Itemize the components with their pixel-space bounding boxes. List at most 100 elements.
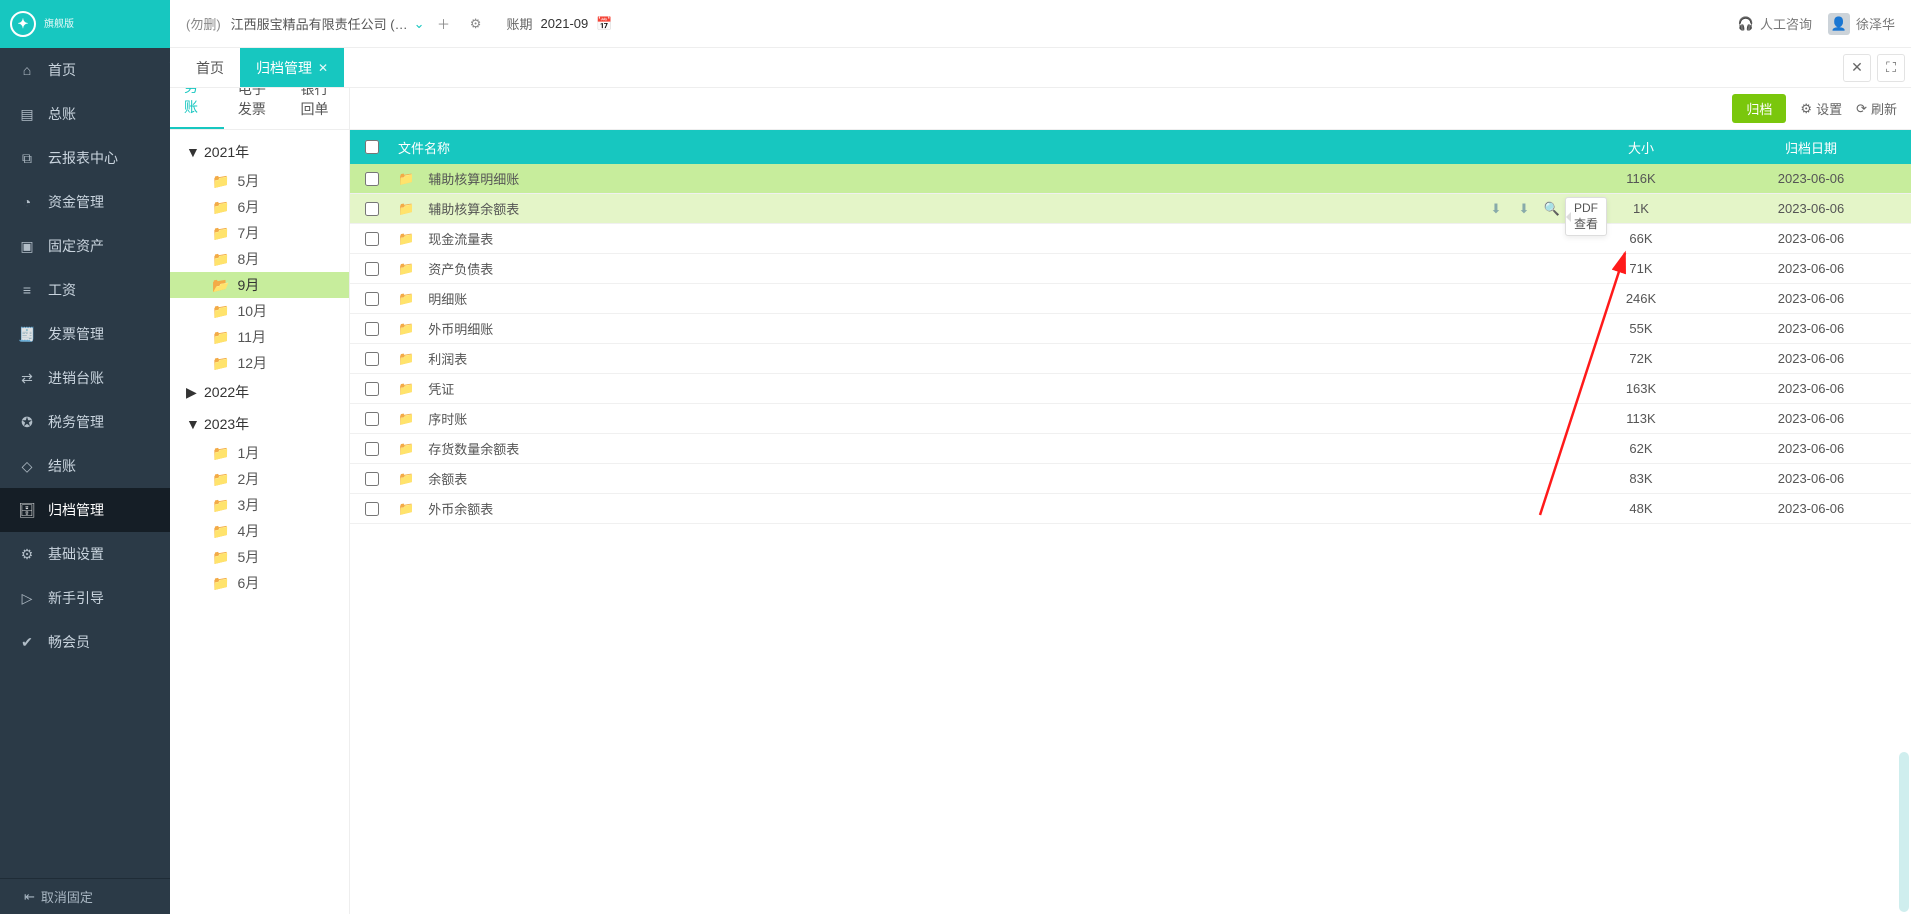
- sidebar-item-guide[interactable]: ▷新手引导: [0, 576, 170, 620]
- tree-month[interactable]: 📁11月: [170, 324, 349, 350]
- sidebar-item-archive[interactable]: 🗄归档管理: [0, 488, 170, 532]
- row-checkbox[interactable]: [365, 292, 379, 306]
- sidebar-item-ledger[interactable]: ▤总账: [0, 92, 170, 136]
- tree-month[interactable]: 📁6月: [170, 194, 349, 220]
- table-header: 文件名称 大小 归档日期: [350, 130, 1911, 164]
- sidebar-item-member[interactable]: ✔畅会员: [0, 620, 170, 664]
- file-date: 2023-06-06: [1711, 441, 1911, 456]
- row-checkbox[interactable]: [365, 322, 379, 336]
- tree-month[interactable]: 📁7月: [170, 220, 349, 246]
- row-checkbox[interactable]: [365, 412, 379, 426]
- salary-icon: ≡: [18, 282, 36, 298]
- table-row[interactable]: 📁明细账246K2023-06-06: [350, 284, 1911, 314]
- row-checkbox[interactable]: [365, 502, 379, 516]
- archive-icon: 🗄: [18, 502, 36, 519]
- download-excel-icon[interactable]: ⬇: [1487, 200, 1505, 218]
- table-row[interactable]: 📁凭证163K2023-06-06: [350, 374, 1911, 404]
- file-name: 辅助核算明细账: [428, 169, 519, 188]
- tree-year[interactable]: ▶2022年: [170, 376, 349, 408]
- sidebar-item-label: 结账: [48, 456, 76, 476]
- file-name: 凭证: [428, 379, 454, 398]
- table-row[interactable]: 📁外币余额表48K2023-06-06: [350, 494, 1911, 524]
- row-checkbox[interactable]: [365, 352, 379, 366]
- add-button[interactable]: ＋: [431, 11, 457, 37]
- tab-归档管理[interactable]: 归档管理 ✕: [240, 48, 344, 87]
- table-row[interactable]: 📁余额表83K2023-06-06: [350, 464, 1911, 494]
- tree-year[interactable]: ▼2023年: [170, 408, 349, 440]
- file-table: 文件名称 大小 归档日期 📁辅助核算明细账116K2023-06-06📁辅助核算…: [350, 130, 1911, 914]
- close-icon: ◇: [18, 458, 36, 475]
- tree-month[interactable]: 📁12月: [170, 350, 349, 376]
- table-row[interactable]: 📁现金流量表66K2023-06-06: [350, 224, 1911, 254]
- close-icon[interactable]: ✕: [318, 61, 328, 75]
- tab-首页[interactable]: 首页: [180, 48, 240, 87]
- archive-button[interactable]: 归档: [1732, 94, 1786, 123]
- refresh-link[interactable]: ⟳ 刷新: [1856, 99, 1897, 118]
- table-row[interactable]: 📁资产负债表71K2023-06-06: [350, 254, 1911, 284]
- sidebar-item-invoice[interactable]: 🧾发票管理: [0, 312, 170, 356]
- sidebar-item-home[interactable]: ⌂首页: [0, 48, 170, 92]
- select-all-checkbox[interactable]: [365, 140, 379, 154]
- company-selector[interactable]: (勿删) 江西服宝精品有限责任公司 (… ⌄: [186, 14, 425, 33]
- row-checkbox[interactable]: [365, 472, 379, 486]
- consult-link[interactable]: 🎧 人工咨询: [1738, 14, 1812, 33]
- download-pdf-icon[interactable]: ⬇: [1515, 200, 1533, 218]
- settings-link[interactable]: ⚙ 设置: [1800, 99, 1842, 118]
- file-date: 2023-06-06: [1711, 261, 1911, 276]
- subtab-电子发票[interactable]: 电子发票: [224, 88, 287, 129]
- tree-month[interactable]: 📁5月: [170, 168, 349, 194]
- subtabs: 财务账电子发票银行回单: [170, 88, 349, 130]
- sidebar-item-salary[interactable]: ≡工资: [0, 268, 170, 312]
- subtab-银行回单[interactable]: 银行回单: [286, 88, 349, 129]
- row-checkbox[interactable]: [365, 262, 379, 276]
- table-row[interactable]: 📁辅助核算余额表 ⬇ ⬇ 🔍 PDF查看 1K2023-06-06: [350, 194, 1911, 224]
- row-checkbox[interactable]: [365, 172, 379, 186]
- tree-month[interactable]: 📁6月: [170, 570, 349, 596]
- tree-month[interactable]: 📁4月: [170, 518, 349, 544]
- folder-icon: 📁: [212, 355, 229, 372]
- table-row[interactable]: 📁辅助核算明细账116K2023-06-06: [350, 164, 1911, 194]
- sidebar-item-chart[interactable]: ⧉云报表中心: [0, 136, 170, 180]
- tab-label: 归档管理: [256, 58, 312, 78]
- folder-icon: 📁: [212, 497, 229, 514]
- row-checkbox[interactable]: [365, 232, 379, 246]
- row-checkbox[interactable]: [365, 382, 379, 396]
- sidebar-item-close[interactable]: ◇ 结账: [0, 444, 170, 488]
- file-size: 163K: [1571, 381, 1711, 396]
- tree-month-label: 4月: [237, 521, 259, 541]
- row-checkbox[interactable]: [365, 202, 379, 216]
- tree-month[interactable]: 📁2月: [170, 466, 349, 492]
- table-row[interactable]: 📁序时账113K2023-06-06: [350, 404, 1911, 434]
- member-icon: ✔: [18, 634, 36, 651]
- sidebar-item-inout[interactable]: ⇄进销台账: [0, 356, 170, 400]
- sidebar-item-asset[interactable]: ▣固定资产: [0, 224, 170, 268]
- sidebar-item-settings[interactable]: ⚙基础设置: [0, 532, 170, 576]
- unpin-button[interactable]: ⇤ 取消固定: [0, 878, 170, 914]
- tree-month[interactable]: 📁1月: [170, 440, 349, 466]
- calendar-icon[interactable]: 📅: [596, 16, 612, 32]
- tree-month[interactable]: 📁8月: [170, 246, 349, 272]
- subtab-财务账[interactable]: 财务账: [170, 88, 224, 129]
- sidebar-item-tax[interactable]: ✪税务管理: [0, 400, 170, 444]
- chart-icon: ⧉: [18, 150, 36, 167]
- fullscreen-button[interactable]: ⛶: [1877, 54, 1905, 82]
- table-row[interactable]: 📁存货数量余额表62K2023-06-06: [350, 434, 1911, 464]
- close-tab-button[interactable]: ✕: [1843, 54, 1871, 82]
- pdf-view-icon[interactable]: 🔍: [1543, 200, 1561, 218]
- file-size: 113K: [1571, 411, 1711, 426]
- scrollbar[interactable]: [1899, 752, 1909, 912]
- tree-month[interactable]: 📁5月: [170, 544, 349, 570]
- table-row[interactable]: 📁外币明细账55K2023-06-06: [350, 314, 1911, 344]
- unpin-label: 取消固定: [41, 887, 93, 906]
- tree-month[interactable]: 📁3月: [170, 492, 349, 518]
- tree-year[interactable]: ▼2021年: [170, 136, 349, 168]
- row-checkbox[interactable]: [365, 442, 379, 456]
- tree-month[interactable]: 📁10月: [170, 298, 349, 324]
- sidebar-item-wallet[interactable]: ◔资金管理: [0, 180, 170, 224]
- tree-month[interactable]: 📂9月: [170, 272, 349, 298]
- gear-icon[interactable]: ⚙: [463, 11, 489, 37]
- user-menu[interactable]: 👤 徐泽华: [1828, 13, 1895, 35]
- table-row[interactable]: 📁利润表72K2023-06-06: [350, 344, 1911, 374]
- chevron-down-icon: ⌄: [414, 16, 425, 32]
- folder-icon: 📁: [212, 549, 229, 566]
